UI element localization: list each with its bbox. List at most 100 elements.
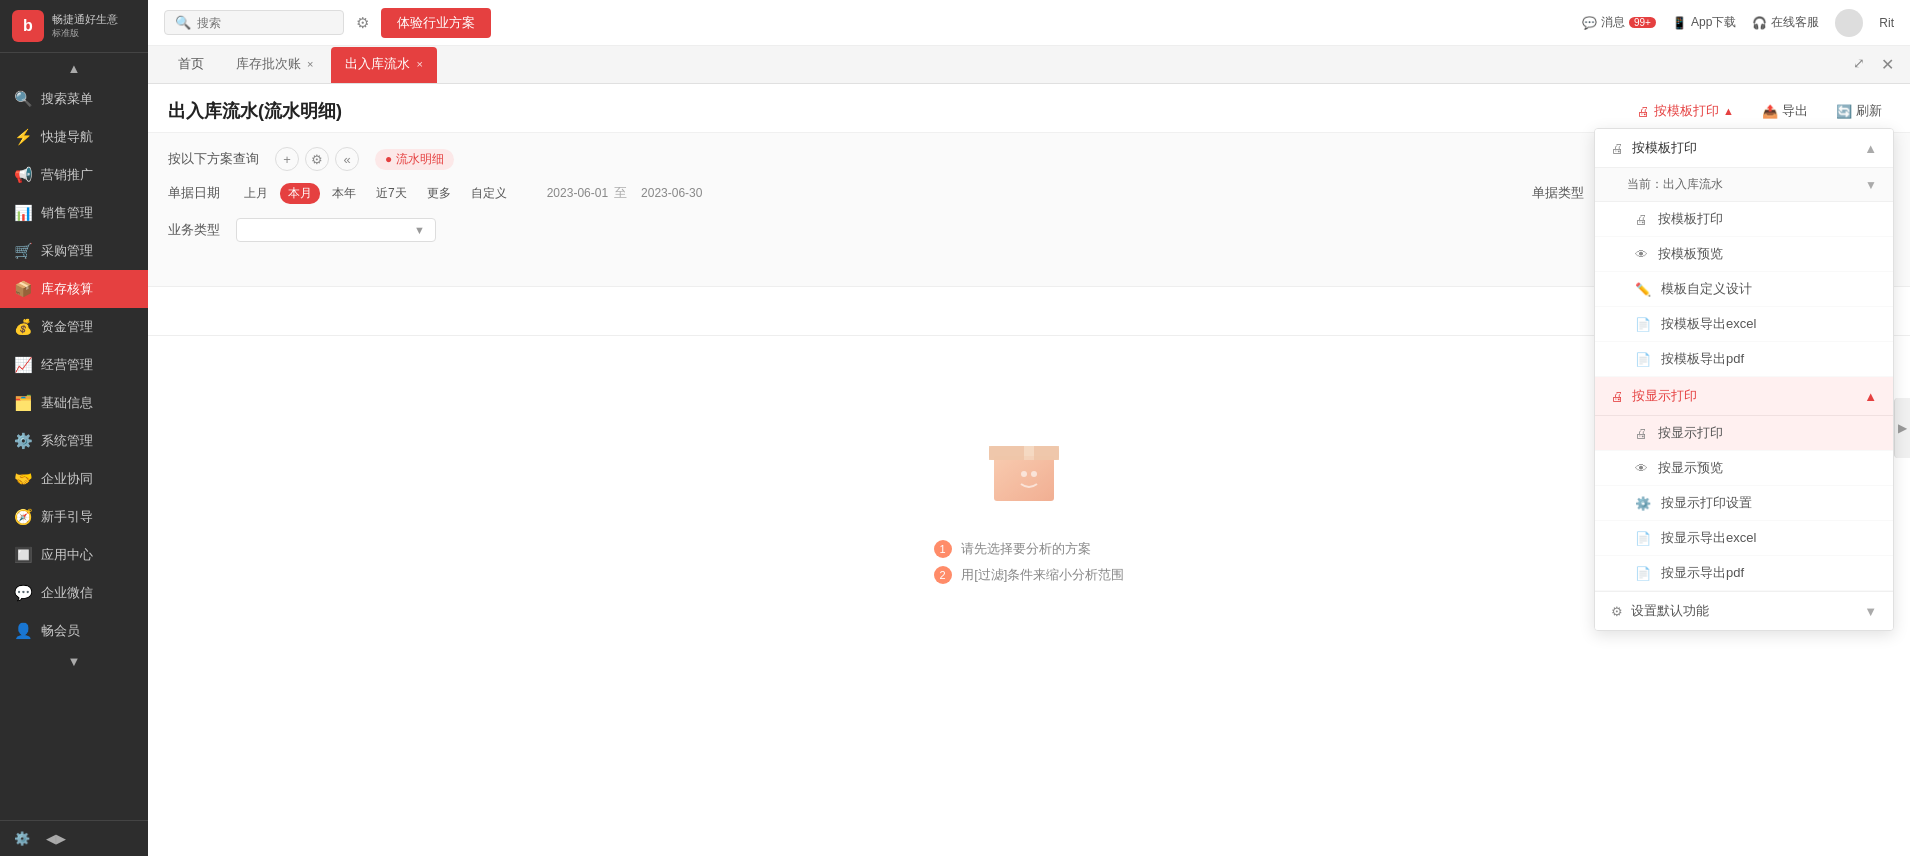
marketing-icon: 📢 [14, 166, 33, 184]
headset-icon: 🎧 [1752, 16, 1767, 30]
sidebar-item-system[interactable]: ⚙️ 系统管理 [0, 422, 148, 460]
tabbar: 首页 库存批次账 × 出入库流水 × ⤢ ✕ [148, 46, 1910, 84]
template-preview-item[interactable]: 👁 按模板预览 [1595, 237, 1893, 272]
display-export-pdf-item[interactable]: 📄 按显示导出pdf [1595, 556, 1893, 591]
date-opt-custom[interactable]: 自定义 [463, 183, 515, 204]
tab-batch-label: 库存批次账 [236, 55, 301, 73]
empty-steps: 1 请先选择要分析的方案 2 用[过滤]条件来缩小分析范围 [934, 536, 1125, 588]
pdf-icon2: 📄 [1635, 566, 1651, 581]
page-actions: 🖨 按模板打印 ▲ 📤 导出 🔄 刷新 [1629, 98, 1890, 124]
add-filter-btn[interactable]: + [275, 147, 299, 171]
phone-icon: 📱 [1672, 16, 1687, 30]
sidebar-item-sales[interactable]: 📊 销售管理 [0, 194, 148, 232]
tab-batch-close[interactable]: × [307, 58, 313, 70]
display-header-label: 按显示打印 [1632, 387, 1697, 405]
settings-icon[interactable]: ⚙️ [14, 831, 30, 846]
sidebar-item-guide[interactable]: 🧭 新手引导 [0, 498, 148, 536]
sidebar-item-shortcuts[interactable]: ⚡ 快捷导航 [0, 118, 148, 156]
template-export-pdf-item[interactable]: 📄 按模板导出pdf [1595, 342, 1893, 377]
sidebar-label-appcenter: 应用中心 [41, 546, 93, 564]
date-opt-thisyear[interactable]: 本年 [324, 183, 364, 204]
template-custom-item[interactable]: ✏️ 模板自定义设计 [1595, 272, 1893, 307]
sidebar-item-inventory[interactable]: 📦 库存核算 [0, 270, 148, 308]
sidebar-nav: ▲ 🔍 搜索菜单 ⚡ 快捷导航 📢 营销推广 📊 销售管理 🛒 采购管理 📦 库… [0, 53, 148, 820]
date-opt-more[interactable]: 更多 [419, 183, 459, 204]
shortcuts-icon: ⚡ [14, 128, 33, 146]
avatar[interactable] [1835, 9, 1863, 37]
online-service-btn[interactable]: 🎧 在线客服 [1752, 14, 1819, 31]
sidebar-label-guide: 新手引导 [41, 508, 93, 526]
date-field-label: 单据日期 [168, 184, 220, 202]
current-template-label[interactable]: 当前：出入库流水 ▼ [1595, 168, 1893, 202]
message-icon: 💬 [1582, 16, 1597, 30]
biz-type-label: 业务类型 [168, 221, 220, 239]
export-btn[interactable]: 📤 导出 [1754, 98, 1816, 124]
guide-icon: 🧭 [14, 508, 33, 526]
sidebar-label-shortcuts: 快捷导航 [41, 128, 93, 146]
close-panel-icon[interactable]: ✕ [1881, 55, 1894, 74]
basic-icon: 🗂️ [14, 394, 33, 412]
filter-settings-btn[interactable]: ⚙ [305, 147, 329, 171]
print-template-btn[interactable]: 🖨 按模板打印 ▲ [1629, 98, 1742, 124]
filter-collapse-btn[interactable]: « [335, 147, 359, 171]
industry-button[interactable]: 体验行业方案 [381, 8, 491, 38]
right-sidebar-tab[interactable]: ▶ [1894, 398, 1910, 458]
date-opt-thismonth[interactable]: 本月 [280, 183, 320, 204]
svg-point-5 [1031, 471, 1037, 477]
refresh-icon: 🔄 [1836, 104, 1852, 119]
sidebar-item-member[interactable]: 👤 畅会员 [0, 612, 148, 650]
display-settings-item[interactable]: ⚙️ 按显示打印设置 [1595, 486, 1893, 521]
sidebar-item-purchase[interactable]: 🛒 采购管理 [0, 232, 148, 270]
message-btn[interactable]: 💬 消息 99+ [1582, 14, 1656, 31]
sidebar-item-coop[interactable]: 🤝 企业协同 [0, 460, 148, 498]
system-icon: ⚙️ [14, 432, 33, 450]
excel-icon: 📄 [1635, 317, 1651, 332]
refresh-btn[interactable]: 🔄 刷新 [1828, 98, 1890, 124]
tab-home[interactable]: 首页 [164, 47, 218, 83]
dropdown-footer[interactable]: ⚙ 设置默认功能 ▼ [1595, 591, 1893, 630]
sidebar-item-basic[interactable]: 🗂️ 基础信息 [0, 384, 148, 422]
tab-flow[interactable]: 出入库流水 × [331, 47, 436, 83]
collapse-sidebar-icon[interactable]: ◀▶ [46, 831, 66, 846]
sidebar-item-wechat[interactable]: 💬 企业微信 [0, 574, 148, 612]
filter-tag[interactable]: ● 流水明细 [375, 149, 454, 170]
scroll-down-btn[interactable]: ▼ [0, 650, 148, 673]
topbar-search-box[interactable]: 🔍 [164, 10, 344, 35]
display-export-excel-item[interactable]: 📄 按显示导出excel [1595, 521, 1893, 556]
date-opt-7days[interactable]: 近7天 [368, 183, 415, 204]
app-download-btn[interactable]: 📱 App下载 [1672, 14, 1736, 31]
gear-icon[interactable]: ⚙ [356, 14, 369, 32]
template-print-item[interactable]: 🖨 按模板打印 [1595, 202, 1893, 237]
template-export-excel-item[interactable]: 📄 按模板导出excel [1595, 307, 1893, 342]
search-input[interactable] [197, 16, 317, 30]
biz-type-select[interactable]: ▼ [236, 218, 436, 242]
sidebar-label-finance: 资金管理 [41, 318, 93, 336]
inventory-icon: 📦 [14, 280, 33, 298]
scroll-up-btn[interactable]: ▲ [0, 57, 148, 80]
sidebar-item-search[interactable]: 🔍 搜索菜单 [0, 80, 148, 118]
template-section-header[interactable]: 🖨 按模板打印 ▲ [1595, 129, 1893, 168]
display-preview-item[interactable]: 👁 按显示预览 [1595, 451, 1893, 486]
sidebar-item-appcenter[interactable]: 🔲 应用中心 [0, 536, 148, 574]
sidebar-item-operations[interactable]: 📈 经营管理 [0, 346, 148, 384]
expand-icon[interactable]: ⤢ [1853, 55, 1865, 74]
date-options: 上月 本月 本年 近7天 更多 自定义 [236, 183, 515, 204]
display-print-item[interactable]: 🖨 按显示打印 [1595, 416, 1893, 451]
tab-flow-close[interactable]: × [416, 58, 422, 70]
display-section-header[interactable]: 🖨 按显示打印 ▲ [1595, 377, 1893, 416]
doc-type-label: 单据类型 [1532, 184, 1584, 202]
empty-icon [979, 416, 1079, 516]
svg-marker-2 [989, 446, 1024, 460]
printer-icon: 🖨 [1611, 141, 1624, 156]
date-opt-lastmonth[interactable]: 上月 [236, 183, 276, 204]
design-icon: ✏️ [1635, 282, 1651, 297]
tab-batch[interactable]: 库存批次账 × [222, 47, 327, 83]
settings-icon2: ⚙️ [1635, 496, 1651, 511]
sidebar-item-finance[interactable]: 💰 资金管理 [0, 308, 148, 346]
tab-home-label: 首页 [178, 55, 204, 73]
sidebar-item-marketing[interactable]: 📢 营销推广 [0, 156, 148, 194]
pdf-icon: 📄 [1635, 352, 1651, 367]
wechat-icon: 💬 [14, 584, 33, 602]
page-header: 出入库流水(流水明细) 🖨 按模板打印 ▲ 📤 导出 🔄 刷新 [148, 84, 1910, 133]
print-icon: 🖨 [1637, 104, 1650, 119]
